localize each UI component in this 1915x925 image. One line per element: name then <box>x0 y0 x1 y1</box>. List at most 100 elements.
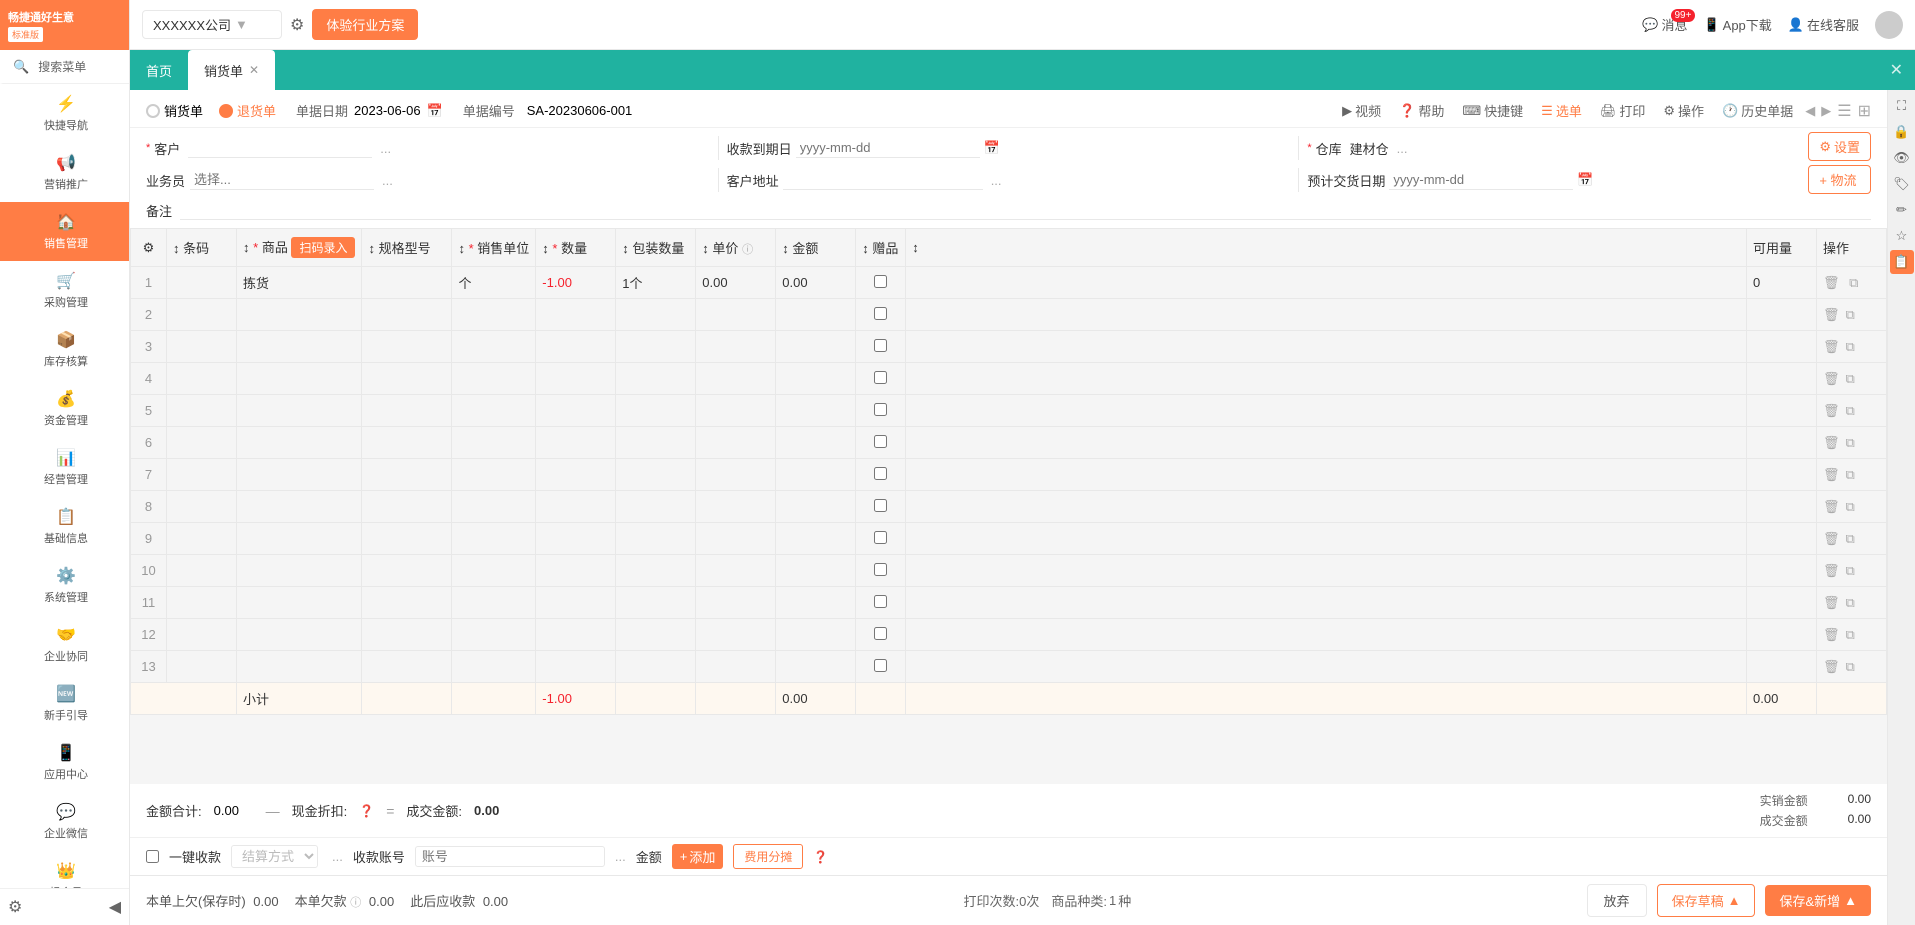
salesperson-dots-icon[interactable]: ... <box>382 173 393 188</box>
copy-row-icon[interactable]: ⧉ <box>1846 627 1855 642</box>
cell-barcode[interactable] <box>167 523 237 555</box>
view-list-icon[interactable]: ☰ <box>1837 101 1851 121</box>
cell-gift[interactable] <box>856 395 906 427</box>
col-product-sort[interactable]: ↕ <box>243 240 250 255</box>
cell-spec[interactable] <box>362 459 452 491</box>
cell-price[interactable] <box>696 427 776 459</box>
cell-gift[interactable] <box>856 363 906 395</box>
cell-barcode[interactable] <box>167 395 237 427</box>
cell-amount[interactable] <box>776 491 856 523</box>
cell-price[interactable] <box>696 299 776 331</box>
header-gear-icon[interactable]: ⚙ <box>290 15 304 35</box>
col-price-sort[interactable]: ↕ <box>702 241 709 256</box>
cell-product[interactable] <box>237 555 362 587</box>
cell-barcode[interactable] <box>167 267 237 299</box>
cell-qty[interactable] <box>536 523 616 555</box>
payment-dots-icon[interactable]: ... <box>332 849 343 864</box>
cell-product[interactable]: 拣货 <box>237 267 362 299</box>
col-unit-sort[interactable]: ↕ <box>458 241 465 256</box>
gift-checkbox[interactable] <box>874 467 887 480</box>
gift-checkbox[interactable] <box>874 371 887 384</box>
cell-amount[interactable] <box>776 363 856 395</box>
app-download-button[interactable]: 📱 App下载 <box>1703 15 1771 34</box>
message-button[interactable]: 💬 消息 99+ <box>1642 15 1687 34</box>
cell-qty[interactable] <box>536 299 616 331</box>
cell-barcode[interactable] <box>167 491 237 523</box>
company-selector[interactable]: XXXXXX公司 ▼ <box>142 10 282 39</box>
notes-input[interactable] <box>180 200 1871 220</box>
cell-spec[interactable] <box>362 267 452 299</box>
discount-question-icon[interactable]: ❓ <box>359 804 374 818</box>
due-date-input[interactable] <box>796 138 980 158</box>
view-grid-icon[interactable]: ⊞ <box>1858 101 1871 121</box>
gift-checkbox[interactable] <box>874 531 887 544</box>
gift-checkbox[interactable] <box>874 435 887 448</box>
col-pkg-sort[interactable]: ↕ <box>622 241 629 256</box>
cell-spec[interactable] <box>362 587 452 619</box>
cell-barcode[interactable] <box>167 363 237 395</box>
cell-spec[interactable] <box>362 299 452 331</box>
cell-price[interactable]: 0.00 <box>696 267 776 299</box>
cell-price[interactable] <box>696 363 776 395</box>
col-qty-sort[interactable]: ↕ <box>542 241 549 256</box>
cell-barcode[interactable] <box>167 427 237 459</box>
copy-row-icon[interactable]: ⧉ <box>1849 275 1858 290</box>
cell-price[interactable] <box>696 619 776 651</box>
cell-qty[interactable] <box>536 651 616 683</box>
nav-next-icon[interactable]: ▶ <box>1821 103 1831 119</box>
col-amount-sort[interactable]: ↕ <box>782 241 789 256</box>
sidebar-item-quick-nav[interactable]: ⚡ 快捷导航 <box>0 84 129 143</box>
cell-amount[interactable]: 0.00 <box>776 267 856 299</box>
cell-qty[interactable] <box>536 459 616 491</box>
cell-qty[interactable] <box>536 427 616 459</box>
delete-row-icon[interactable]: 🗑 <box>1823 403 1840 418</box>
tool-action[interactable]: 📋 <box>1890 250 1914 274</box>
cell-gift[interactable] <box>856 267 906 299</box>
cell-barcode[interactable] <box>167 331 237 363</box>
cell-gift[interactable] <box>856 523 906 555</box>
sidebar-item-apps[interactable]: 📱 应用中心 <box>0 733 129 792</box>
cell-gift[interactable] <box>856 331 906 363</box>
cell-qty[interactable] <box>536 555 616 587</box>
cell-qty[interactable] <box>536 491 616 523</box>
sidebar-item-search[interactable]: 🔍 搜索菜单 <box>0 50 129 84</box>
logistics-button[interactable]: + 物流 <box>1808 165 1871 194</box>
sidebar-item-operations[interactable]: 📊 经营管理 <box>0 438 129 497</box>
customer-addr-input[interactable] <box>783 170 983 190</box>
cell-unit[interactable] <box>452 491 536 523</box>
radio-sales[interactable]: 销货单 <box>146 101 203 120</box>
tool-eye[interactable]: 👁 <box>1890 146 1914 170</box>
cell-unit[interactable] <box>452 587 536 619</box>
cell-unit[interactable] <box>452 395 536 427</box>
cell-pkg-qty[interactable] <box>616 299 696 331</box>
copy-row-icon[interactable]: ⧉ <box>1846 531 1855 546</box>
cell-price[interactable] <box>696 555 776 587</box>
cell-price[interactable] <box>696 395 776 427</box>
col-barcode-sort[interactable]: ↕ <box>173 241 180 256</box>
cell-unit[interactable] <box>452 523 536 555</box>
cell-gift[interactable] <box>856 651 906 683</box>
cell-barcode[interactable] <box>167 459 237 491</box>
cell-pkg-qty[interactable] <box>616 523 696 555</box>
cell-unit[interactable] <box>452 363 536 395</box>
cell-spec[interactable] <box>362 427 452 459</box>
cell-qty[interactable]: -1.00 <box>536 267 616 299</box>
cell-gift[interactable] <box>856 619 906 651</box>
cell-product[interactable] <box>237 523 362 555</box>
cell-memo[interactable] <box>906 619 1747 651</box>
tool-lock[interactable]: 🔒 <box>1890 120 1914 144</box>
discard-button[interactable]: 放弃 <box>1587 884 1647 917</box>
cell-product[interactable] <box>237 459 362 491</box>
print-btn[interactable]: 🖨 打印 <box>1594 98 1652 123</box>
cell-product[interactable] <box>237 427 362 459</box>
user-avatar[interactable] <box>1875 11 1903 39</box>
cell-unit[interactable] <box>452 459 536 491</box>
cell-memo[interactable] <box>906 267 1747 299</box>
cell-spec[interactable] <box>362 395 452 427</box>
cell-unit[interactable] <box>452 619 536 651</box>
cell-pkg-qty[interactable] <box>616 395 696 427</box>
cell-amount[interactable] <box>776 299 856 331</box>
gift-checkbox[interactable] <box>874 659 887 672</box>
cell-spec[interactable] <box>362 651 452 683</box>
cell-barcode[interactable] <box>167 651 237 683</box>
